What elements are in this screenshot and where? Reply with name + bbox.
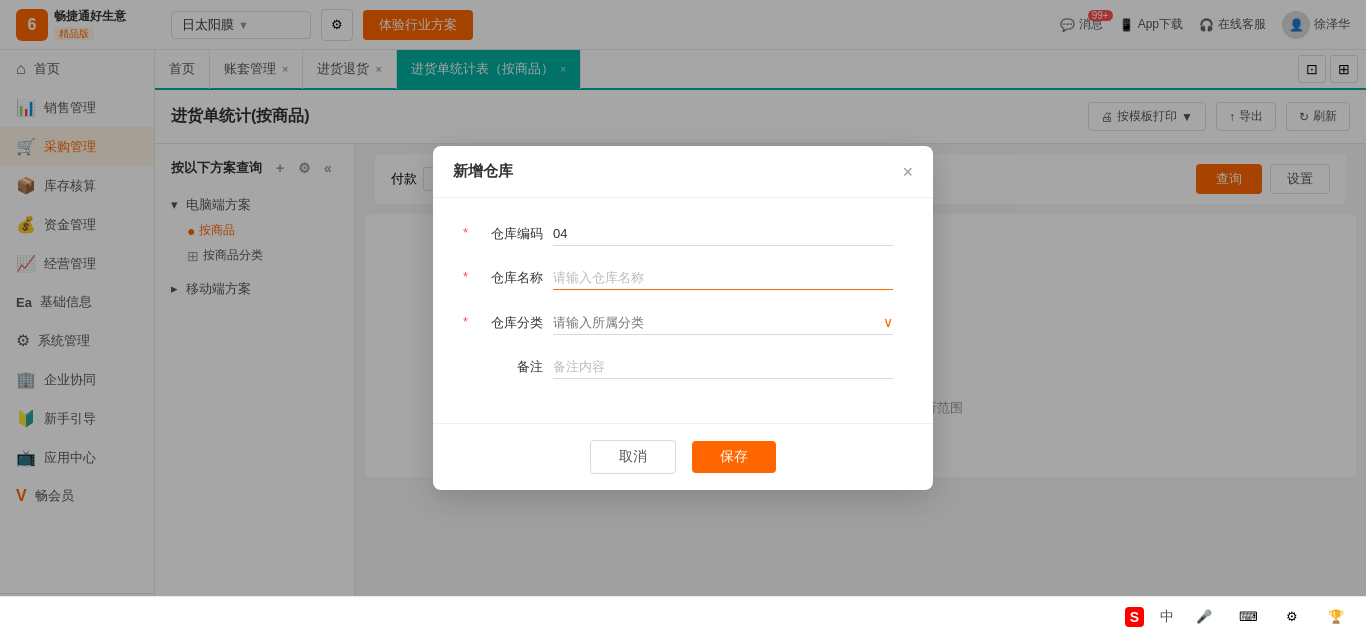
name-label: 仓库名称	[473, 269, 543, 287]
category-dropdown-arrow[interactable]: ∨	[883, 314, 893, 330]
name-input[interactable]	[553, 266, 893, 290]
keyboard-button[interactable]: ⌨	[1234, 603, 1262, 631]
form-row-code: 仓库编码	[473, 222, 893, 246]
modal-header: 新增仓库 ×	[433, 146, 933, 198]
category-label: 仓库分类	[473, 314, 543, 332]
code-input[interactable]	[553, 222, 893, 246]
form-row-remark: 备注	[473, 355, 893, 379]
remark-input[interactable]	[553, 355, 893, 379]
form-row-category: 仓库分类 ∨	[473, 310, 893, 335]
remark-label: 备注	[473, 358, 543, 376]
save-button[interactable]: 保存	[692, 441, 776, 473]
trophy-button[interactable]: 🏆	[1322, 603, 1350, 631]
modal-body: 仓库编码 仓库名称 仓库分类 ∨ 备注	[433, 198, 933, 423]
category-select-wrap: ∨	[553, 310, 893, 335]
bottom-settings-button[interactable]: ⚙	[1278, 603, 1306, 631]
cancel-button[interactable]: 取消	[590, 440, 676, 474]
zhong-icon[interactable]: 中	[1160, 608, 1174, 626]
mic-button[interactable]: 🎤	[1190, 603, 1218, 631]
modal-title: 新增仓库	[453, 162, 513, 181]
s-logo: S	[1125, 607, 1144, 627]
new-warehouse-modal: 新增仓库 × 仓库编码 仓库名称 仓库分类 ∨	[433, 146, 933, 490]
modal-overlay[interactable]: 新增仓库 × 仓库编码 仓库名称 仓库分类 ∨	[0, 0, 1366, 636]
category-input[interactable]	[553, 315, 883, 330]
modal-close-button[interactable]: ×	[902, 163, 913, 181]
bottom-bar: S 中 🎤 ⌨ ⚙ 🏆	[0, 596, 1366, 636]
code-label: 仓库编码	[473, 225, 543, 243]
modal-footer: 取消 保存	[433, 423, 933, 490]
form-row-name: 仓库名称	[473, 266, 893, 290]
